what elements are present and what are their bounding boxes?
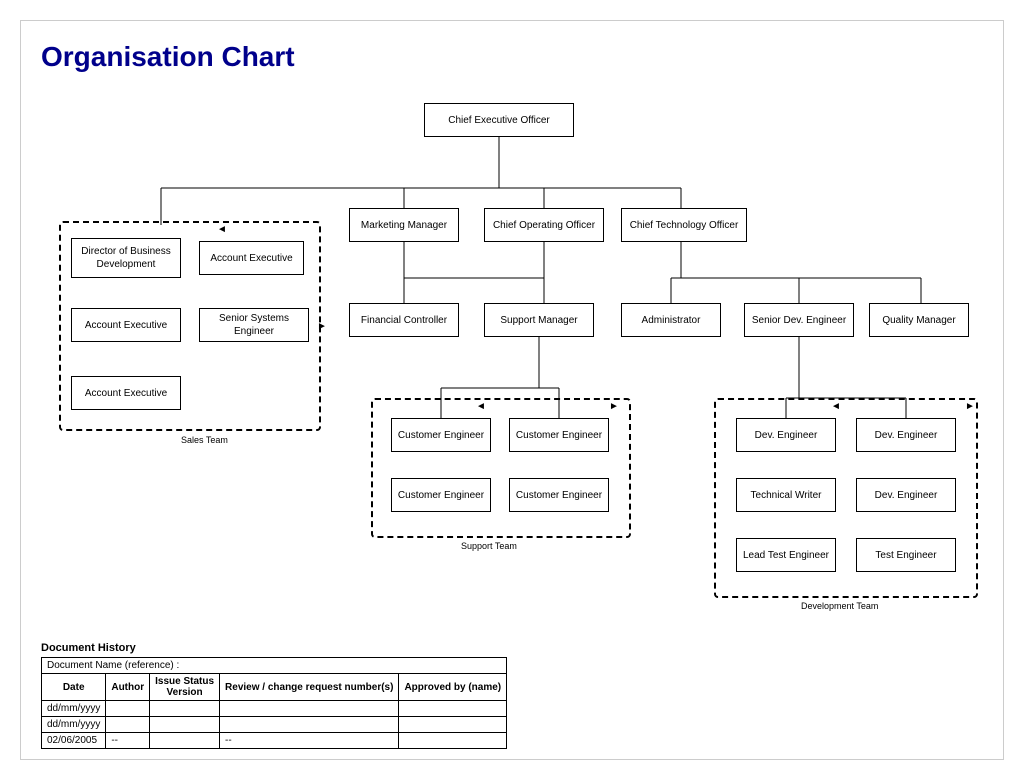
sales-team-group <box>59 221 321 431</box>
dev-arrow-right: ► <box>965 401 975 412</box>
node-cto: Chief Technology Officer <box>621 208 747 242</box>
row3-approved <box>399 733 507 749</box>
sales-arrow-left: ◄ <box>217 224 227 235</box>
document-history: Document History Document Name (referenc… <box>41 642 507 749</box>
row1-issue <box>150 701 220 717</box>
development-team-group <box>714 398 978 598</box>
row2-review <box>220 717 399 733</box>
node-coo: Chief Operating Officer <box>484 208 604 242</box>
node-administrator: Administrator <box>621 303 721 337</box>
row2-date: dd/mm/yyyy <box>42 717 106 733</box>
col-issue: Issue StatusVersion <box>150 674 220 701</box>
col-review: Review / change request number(s) <box>220 674 399 701</box>
doc-history-title: Document History <box>41 642 507 654</box>
doc-history-row-3: 02/06/2005 -- -- <box>42 733 507 749</box>
node-senior-dev-engineer: Senior Dev. Engineer <box>744 303 854 337</box>
row2-author <box>106 717 150 733</box>
row1-author <box>106 701 150 717</box>
sales-team-label: Sales Team <box>181 435 228 445</box>
row2-issue <box>150 717 220 733</box>
doc-ref-row: Document Name (reference) : <box>42 658 507 674</box>
support-arrow-right: ► <box>609 401 619 412</box>
row1-review <box>220 701 399 717</box>
node-support-manager: Support Manager <box>484 303 594 337</box>
doc-ref-label: Document Name (reference) : <box>42 658 507 674</box>
row3-review: -- <box>220 733 399 749</box>
page-title: Organisation Chart <box>41 41 983 73</box>
row1-approved <box>399 701 507 717</box>
row3-issue <box>150 733 220 749</box>
col-approved: Approved by (name) <box>399 674 507 701</box>
support-team-label: Support Team <box>461 541 517 551</box>
node-quality-manager: Quality Manager <box>869 303 969 337</box>
col-author: Author <box>106 674 150 701</box>
support-team-group <box>371 398 631 538</box>
doc-history-row-1: dd/mm/yyyy <box>42 701 507 717</box>
node-ceo: Chief Executive Officer <box>424 103 574 137</box>
row1-date: dd/mm/yyyy <box>42 701 106 717</box>
row3-date: 02/06/2005 <box>42 733 106 749</box>
dev-arrow-left: ◄ <box>831 401 841 412</box>
development-team-label: Development Team <box>801 601 878 611</box>
node-marketing-manager: Marketing Manager <box>349 208 459 242</box>
doc-history-row-2: dd/mm/yyyy <box>42 717 507 733</box>
org-chart: Chief Executive Officer Marketing Manage… <box>41 93 983 693</box>
sales-arrow-right: ► <box>317 321 327 332</box>
col-date: Date <box>42 674 106 701</box>
doc-history-table: Document Name (reference) : Date Author … <box>41 657 507 749</box>
row2-approved <box>399 717 507 733</box>
support-arrow-left: ◄ <box>476 401 486 412</box>
row3-author: -- <box>106 733 150 749</box>
node-financial-controller: Financial Controller <box>349 303 459 337</box>
doc-history-header: Date Author Issue StatusVersion Review /… <box>42 674 507 701</box>
page: Organisation Chart <box>20 20 1004 760</box>
